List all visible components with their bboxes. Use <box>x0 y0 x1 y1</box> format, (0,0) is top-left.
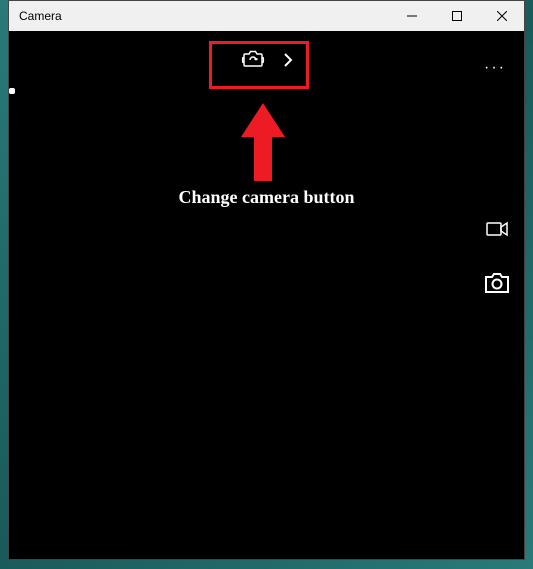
camera-window: Camera <box>8 0 525 560</box>
close-button[interactable] <box>479 1 524 31</box>
mode-controls <box>484 221 510 299</box>
annotation-label: Change camera button <box>9 187 524 208</box>
video-mode-button[interactable] <box>486 221 508 242</box>
chevron-right-icon <box>283 53 293 67</box>
titlebar[interactable]: Camera <box>9 1 524 31</box>
close-icon <box>497 11 507 21</box>
maximize-button[interactable] <box>434 1 479 31</box>
window-controls <box>389 1 524 31</box>
minimize-button[interactable] <box>389 1 434 31</box>
video-icon <box>486 221 508 237</box>
expand-toolbar-button[interactable] <box>283 53 293 72</box>
switch-camera-icon <box>241 49 265 71</box>
maximize-icon <box>452 11 462 21</box>
minimize-icon <box>407 11 417 21</box>
camera-icon <box>484 272 510 294</box>
window-title: Camera <box>19 9 62 23</box>
camera-viewport: ··· Change camera button <box>9 31 524 559</box>
photo-mode-button[interactable] <box>484 272 510 299</box>
change-camera-button[interactable] <box>241 49 265 76</box>
annotation-arrow <box>241 103 285 186</box>
more-options-button[interactable]: ··· <box>484 59 506 77</box>
gallery-peek[interactable] <box>9 88 15 94</box>
top-toolbar <box>241 49 293 76</box>
